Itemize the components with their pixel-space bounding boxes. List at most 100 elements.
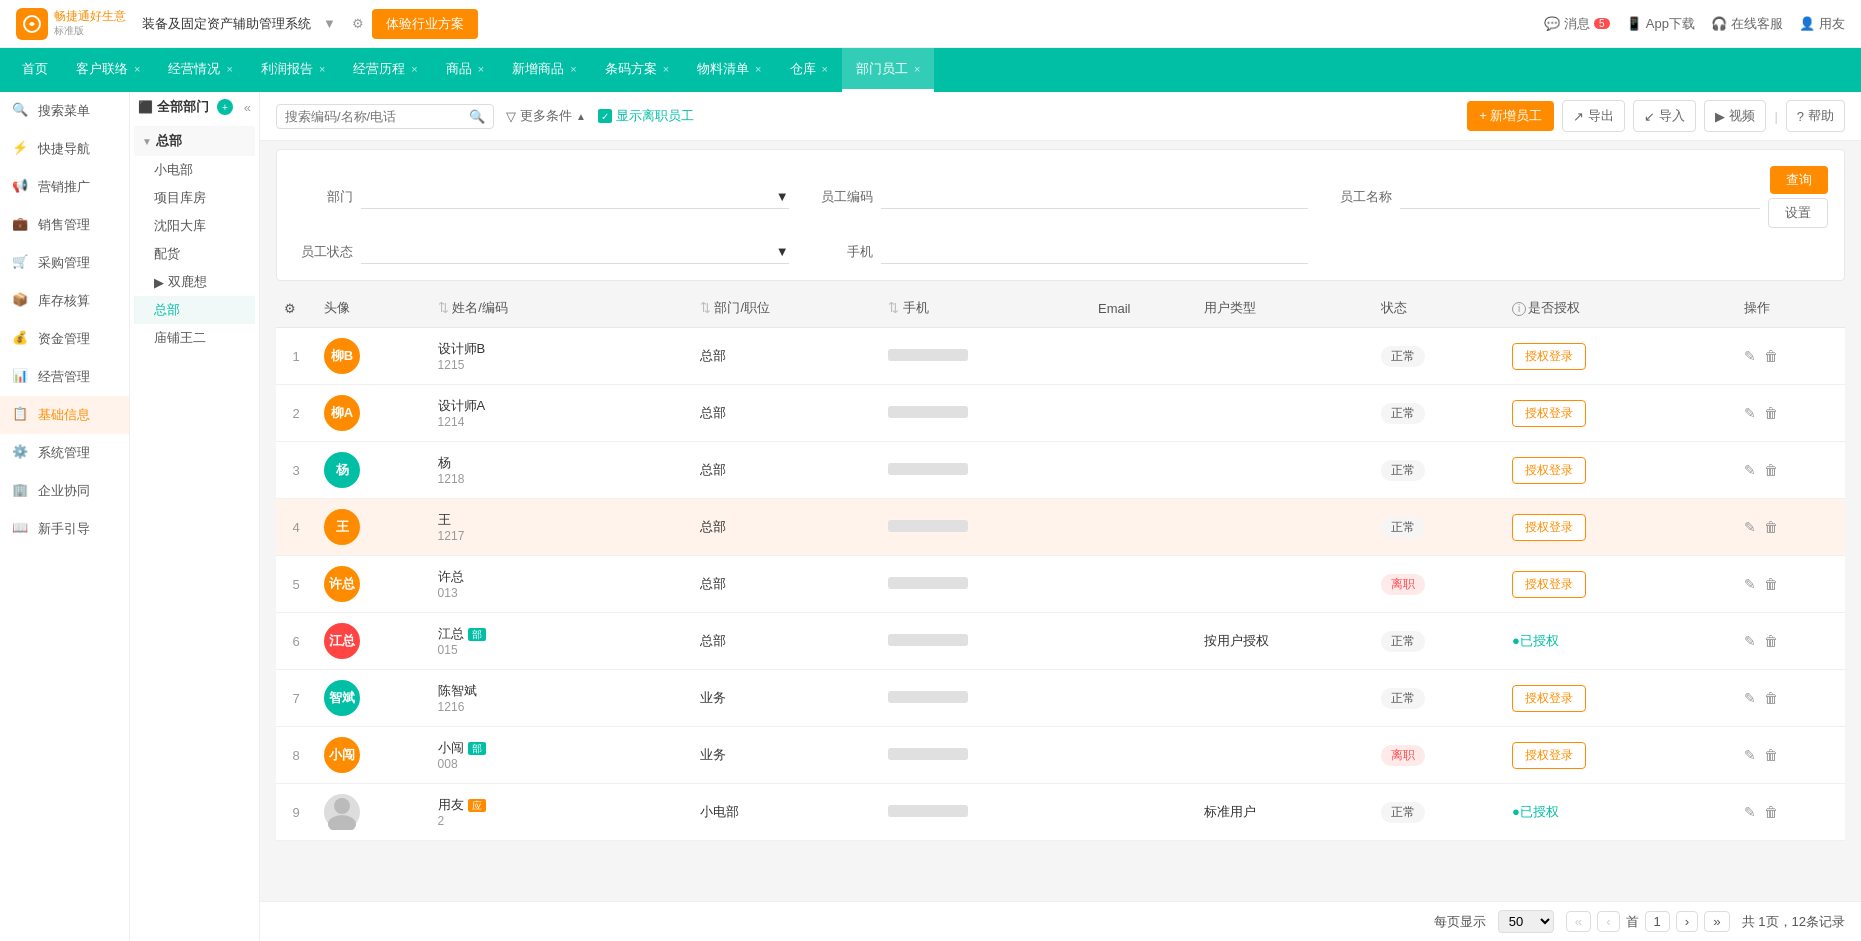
tab-close-icon[interactable]: × [755, 63, 761, 75]
filter-empstatus-select[interactable]: ▼ [361, 240, 789, 264]
prev-page-btn[interactable]: ‹ [1597, 911, 1619, 932]
col-settings[interactable]: ⚙ [276, 289, 316, 328]
filter-empname-input[interactable] [1400, 185, 1760, 209]
tab-close-icon[interactable]: × [478, 63, 484, 75]
nav-tab-客户联络[interactable]: 客户联络× [62, 48, 154, 92]
left-nav-search[interactable]: 🔍搜索菜单 [0, 92, 129, 130]
import-button[interactable]: ↙ 导入 [1633, 100, 1696, 132]
dept-zongbu-header[interactable]: ▼ 总部 [134, 126, 255, 156]
delete-btn-6[interactable]: 🗑 [1764, 690, 1778, 706]
app-download-action[interactable]: 📱 App下载 [1626, 15, 1695, 33]
current-page[interactable]: 1 [1645, 911, 1670, 932]
dept-zongbu2[interactable]: 总部 [134, 296, 255, 324]
auth-btn-6[interactable]: 授权登录 [1512, 685, 1586, 712]
nav-tab-物料清单[interactable]: 物料清单× [683, 48, 775, 92]
next-page-btn[interactable]: › [1676, 911, 1698, 932]
edit-btn-4[interactable]: ✎ [1744, 576, 1756, 592]
tab-close-icon[interactable]: × [914, 63, 920, 75]
add-employee-button[interactable]: + 新增员工 [1467, 101, 1554, 131]
dept-peihuo[interactable]: 配货 [134, 240, 255, 268]
nav-tab-部门员工[interactable]: 部门员工× [842, 48, 934, 92]
user-action[interactable]: 👤 用友 [1799, 15, 1845, 33]
delete-btn-4[interactable]: 🗑 [1764, 576, 1778, 592]
trial-button[interactable]: 体验行业方案 [372, 9, 478, 39]
left-nav-finance[interactable]: 💰资金管理 [0, 320, 129, 358]
col-dept[interactable]: ⇅ 部门/职位 [692, 289, 880, 328]
delete-btn-3[interactable]: 🗑 [1764, 519, 1778, 535]
delete-btn-8[interactable]: 🗑 [1764, 804, 1778, 820]
filter-empcode-input[interactable] [881, 185, 1309, 209]
edit-btn-3[interactable]: ✎ [1744, 519, 1756, 535]
delete-btn-7[interactable]: 🗑 [1764, 747, 1778, 763]
nav-tab-首页[interactable]: 首页 [8, 48, 62, 92]
set-button[interactable]: 设置 [1768, 198, 1828, 228]
left-nav-basic[interactable]: 📋基础信息 [0, 396, 129, 434]
left-nav-marketing[interactable]: 📢营销推广 [0, 168, 129, 206]
query-button[interactable]: 查询 [1770, 166, 1828, 194]
tab-close-icon[interactable]: × [319, 63, 325, 75]
auth-btn-3[interactable]: 授权登录 [1512, 514, 1586, 541]
search-input[interactable] [285, 109, 465, 124]
left-nav-purchase[interactable]: 🛒采购管理 [0, 244, 129, 282]
edit-btn-2[interactable]: ✎ [1744, 462, 1756, 478]
delete-btn-0[interactable]: 🗑 [1764, 348, 1778, 364]
nav-tab-利润报告[interactable]: 利润报告× [247, 48, 339, 92]
last-page-btn[interactable]: » [1704, 911, 1729, 932]
dept-xiaodian[interactable]: 小电部 [134, 156, 255, 184]
left-nav-sales[interactable]: 💼销售管理 [0, 206, 129, 244]
nav-tab-新增商品[interactable]: 新增商品× [498, 48, 590, 92]
tab-close-icon[interactable]: × [663, 63, 669, 75]
tab-close-icon[interactable]: × [226, 63, 232, 75]
left-nav-inventory[interactable]: 📦库存核算 [0, 282, 129, 320]
nav-tab-商品[interactable]: 商品× [432, 48, 498, 92]
filter-dept-select[interactable]: ▼ [361, 185, 789, 209]
tab-close-icon[interactable]: × [411, 63, 417, 75]
page-size-select[interactable]: 50 100 200 [1498, 910, 1554, 933]
dept-collapse-btn[interactable]: « [244, 100, 251, 115]
nav-tab-经营情况[interactable]: 经营情况× [154, 48, 246, 92]
left-nav-operations[interactable]: 📊经营管理 [0, 358, 129, 396]
delete-btn-2[interactable]: 🗑 [1764, 462, 1778, 478]
left-nav-guide[interactable]: 📖新手引导 [0, 510, 129, 548]
nav-tab-仓库[interactable]: 仓库× [776, 48, 842, 92]
filter-btn[interactable]: ▽ 更多条件 ▲ [506, 107, 586, 125]
auth-btn-1[interactable]: 授权登录 [1512, 400, 1586, 427]
nav-tab-经营历程[interactable]: 经营历程× [339, 48, 431, 92]
left-nav-shortcut[interactable]: ⚡快捷导航 [0, 130, 129, 168]
delete-btn-1[interactable]: 🗑 [1764, 405, 1778, 421]
message-action[interactable]: 💬 消息 5 [1544, 15, 1610, 33]
auth-btn-7[interactable]: 授权登录 [1512, 742, 1586, 769]
edit-btn-7[interactable]: ✎ [1744, 747, 1756, 763]
view-button[interactable]: ▶ 视频 [1704, 100, 1766, 132]
col-phone[interactable]: ⇅ 手机 [880, 289, 1090, 328]
dept-add-btn[interactable]: + [217, 99, 233, 115]
dept-shenyang[interactable]: 沈阳大库 [134, 212, 255, 240]
delete-btn-5[interactable]: 🗑 [1764, 633, 1778, 649]
nav-tab-条码方案[interactable]: 条码方案× [591, 48, 683, 92]
dept-tree-header[interactable]: ⬛ 全部部门 + « [130, 92, 259, 122]
online-service-action[interactable]: 🎧 在线客服 [1711, 15, 1783, 33]
edit-btn-5[interactable]: ✎ [1744, 633, 1756, 649]
filter-phone-input[interactable] [881, 240, 1309, 264]
first-page-btn[interactable]: « [1566, 911, 1591, 932]
export-button[interactable]: ↗ 导出 [1562, 100, 1625, 132]
tab-close-icon[interactable]: × [822, 63, 828, 75]
dept-xiangmu[interactable]: 项目库房 [134, 184, 255, 212]
help-button[interactable]: ? 帮助 [1786, 100, 1845, 132]
left-nav-corp[interactable]: 🏢企业协同 [0, 472, 129, 510]
left-nav-system[interactable]: ⚙️系统管理 [0, 434, 129, 472]
edit-btn-0[interactable]: ✎ [1744, 348, 1756, 364]
settings-icon[interactable]: ⚙ [352, 16, 364, 31]
edit-btn-6[interactable]: ✎ [1744, 690, 1756, 706]
edit-btn-8[interactable]: ✎ [1744, 804, 1756, 820]
show-resigned-toggle[interactable]: ✓ 显示离职员工 [598, 107, 694, 125]
col-name[interactable]: ⇅ 姓名/编码 [430, 289, 692, 328]
dept-shuangmeng[interactable]: ▶双鹿想 [134, 268, 255, 296]
tab-close-icon[interactable]: × [570, 63, 576, 75]
edit-btn-1[interactable]: ✎ [1744, 405, 1756, 421]
dept-miaopu[interactable]: 庙铺王二 [134, 324, 255, 352]
auth-btn-2[interactable]: 授权登录 [1512, 457, 1586, 484]
auth-btn-4[interactable]: 授权登录 [1512, 571, 1586, 598]
tab-close-icon[interactable]: × [134, 63, 140, 75]
auth-btn-0[interactable]: 授权登录 [1512, 343, 1586, 370]
